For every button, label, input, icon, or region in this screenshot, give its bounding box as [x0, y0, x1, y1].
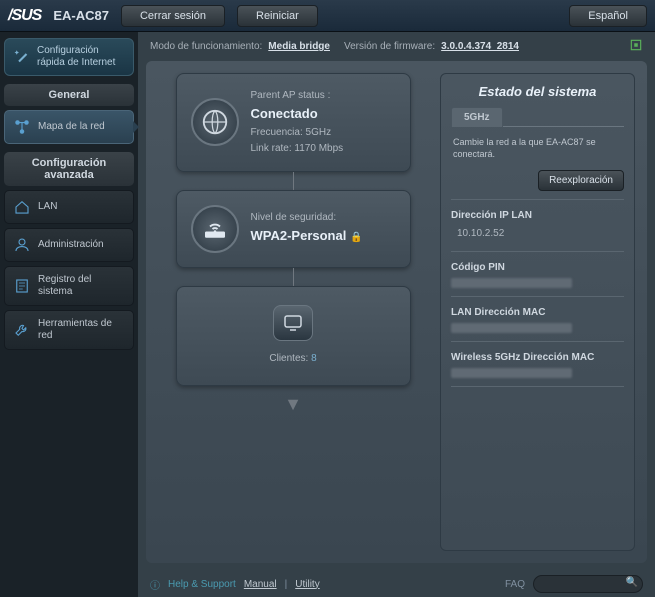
logout-button[interactable]: Cerrar sesión	[121, 5, 225, 27]
lan-mac-label: LAN Dirección MAC	[451, 307, 624, 318]
pin-value-redacted	[451, 278, 572, 288]
sidebar-item-label: Herramientas de red	[38, 318, 125, 342]
network-diagram: Parent AP status : Conectado Frecuencia:…	[158, 73, 428, 551]
help-support-link[interactable]: Help & Support	[168, 579, 236, 590]
clients-label: Clientes:	[269, 353, 308, 364]
info-icon: ⓘ	[150, 577, 160, 592]
sidebar-item-network-map[interactable]: Mapa de la red	[4, 110, 134, 144]
sidebar-general-header: General	[4, 84, 134, 106]
sidebar: Configuración rápida de Internet General…	[0, 32, 138, 597]
ap-status-value: Conectado	[251, 104, 344, 125]
sidebar-item-label: LAN	[38, 201, 57, 213]
mode-label: Modo de funcionamiento:	[150, 41, 262, 52]
freq-value: 5GHz	[306, 127, 332, 138]
lan-ip-value: 10.10.2.52	[451, 224, 624, 243]
wrench-icon	[13, 321, 31, 339]
connector-line	[293, 268, 294, 286]
status-indicator-icon[interactable]	[629, 38, 643, 55]
clients-value: 8	[311, 353, 317, 364]
lock-icon: 🔒	[350, 232, 362, 243]
utility-link[interactable]: Utility	[295, 579, 319, 590]
ap-status-label: Parent AP status :	[251, 88, 344, 104]
security-label: Nivel de seguridad:	[251, 210, 363, 226]
network-map-icon	[13, 118, 31, 136]
quick-setup-button[interactable]: Configuración rápida de Internet	[4, 38, 134, 76]
security-value: WPA2-Personal	[251, 228, 347, 243]
quick-setup-label: Configuración rápida de Internet	[37, 45, 125, 69]
person-icon	[13, 236, 31, 254]
brand-logo: /SUS	[8, 7, 41, 25]
reboot-button[interactable]: Reiniciar	[237, 5, 318, 27]
sidebar-item-label: Administración	[38, 239, 104, 251]
faq-link[interactable]: FAQ	[505, 579, 525, 590]
router-icon	[191, 205, 239, 253]
rate-value: 1170 Mbps	[294, 143, 343, 154]
sidebar-item-admin[interactable]: Administración	[4, 228, 134, 262]
search-input[interactable]	[533, 575, 643, 593]
sidebar-item-lan[interactable]: LAN	[4, 190, 134, 224]
wireless-mac-value-redacted	[451, 368, 572, 378]
router-card[interactable]: Nivel de seguridad: WPA2-Personal🔒	[176, 190, 411, 268]
monitor-icon	[273, 305, 313, 341]
sidebar-item-label: Registro del sistema	[38, 274, 125, 298]
sidebar-item-nettools[interactable]: Herramientas de red	[4, 310, 134, 350]
tab-5ghz[interactable]: 5GHz	[451, 107, 503, 127]
system-status-panel: Estado del sistema 5GHz Cambie la red a …	[440, 73, 635, 551]
mode-value[interactable]: Media bridge	[268, 41, 330, 52]
house-icon	[13, 198, 31, 216]
pin-label: Código PIN	[451, 262, 624, 273]
manual-link[interactable]: Manual	[244, 579, 277, 590]
sidebar-item-label: Mapa de la red	[38, 121, 105, 133]
firmware-value[interactable]: 3.0.0.4.374_2814	[441, 41, 519, 52]
wand-icon	[13, 48, 31, 66]
sidebar-item-syslog[interactable]: Registro del sistema	[4, 266, 134, 306]
firmware-label: Versión de firmware:	[344, 41, 435, 52]
sidebar-advanced-header: Configuración avanzada	[4, 152, 134, 186]
globe-icon	[191, 98, 239, 146]
log-icon	[13, 277, 31, 295]
lan-mac-value-redacted	[451, 323, 572, 333]
rescan-button[interactable]: Reexploración	[538, 170, 624, 191]
status-note: Cambie la red a la que EA-AC87 se conect…	[451, 127, 624, 170]
connector-line	[293, 172, 294, 190]
info-bar: Modo de funcionamiento: Media bridge Ver…	[138, 32, 655, 61]
footer-bar: ⓘ Help & Support Manual | Utility FAQ	[138, 571, 655, 597]
language-button[interactable]: Español	[569, 5, 647, 27]
header-bar: /SUS EA-AC87 Cerrar sesión Reiniciar Esp…	[0, 0, 655, 32]
chevron-down-icon[interactable]: ▼	[284, 394, 302, 415]
clients-card[interactable]: Clientes: 8	[176, 286, 411, 386]
wireless-mac-label: Wireless 5GHz Dirección MAC	[451, 352, 624, 363]
model-name: EA-AC87	[53, 8, 109, 23]
parent-ap-card[interactable]: Parent AP status : Conectado Frecuencia:…	[176, 73, 411, 172]
status-title: Estado del sistema	[451, 82, 624, 107]
lan-ip-label: Dirección IP LAN	[451, 210, 624, 221]
